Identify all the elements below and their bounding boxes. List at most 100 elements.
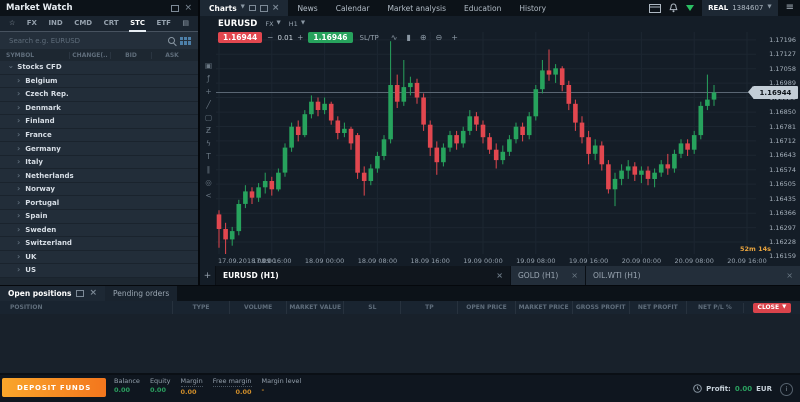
symbol-label: Spain xyxy=(25,212,47,220)
grid-view-icon[interactable] xyxy=(180,37,191,45)
close-icon[interactable]: × xyxy=(488,271,503,280)
sltp-button[interactable]: SL/TP xyxy=(360,34,379,42)
list-item-switzerland[interactable]: ›Switzerland xyxy=(0,237,198,251)
price-axis[interactable]: 1.171961.171271.170581.169891.169201.168… xyxy=(756,32,800,266)
list-item-belgium[interactable]: ›Belgium xyxy=(0,75,198,89)
symbol-group-row[interactable]: ›Stocks CFD xyxy=(0,61,198,75)
eraser-tool-icon[interactable]: ∥ xyxy=(207,166,211,174)
indicators-icon[interactable]: ƒ xyxy=(207,75,210,83)
candlestick-icon[interactable]: ▮ xyxy=(406,34,410,42)
menu-icon[interactable]: ≡ xyxy=(786,3,794,13)
time-axis-label: 17.09 16:00 xyxy=(252,257,291,265)
list-item-finland[interactable]: ›Finland xyxy=(0,115,198,129)
close-icon[interactable]: × xyxy=(272,4,280,13)
crosshair-tool-icon[interactable]: + xyxy=(205,88,211,96)
column-header-open-price: OPEN PRICE xyxy=(457,301,514,314)
list-item-us[interactable]: ›US xyxy=(0,264,198,278)
market-watch-columns: SYMBOLCHANGE(..BIDASK xyxy=(0,49,198,61)
time-axis-label: 20.09 08:00 xyxy=(674,257,713,265)
column-header-net-p-l: NET P/L % xyxy=(686,301,743,314)
chart-tab-gold-h1[interactable]: GOLD (H1)× xyxy=(511,266,585,285)
list-item-france[interactable]: ›France xyxy=(0,129,198,143)
column-header-sl: SL xyxy=(343,301,400,314)
sell-button[interactable]: 1.16944 xyxy=(218,32,262,44)
undock-icon[interactable] xyxy=(76,290,84,297)
undock-icon[interactable] xyxy=(260,5,268,12)
trendline-tool-icon[interactable]: ╱ xyxy=(206,101,211,109)
list-item-spain[interactable]: › Spain xyxy=(0,210,198,224)
buy-button[interactable]: 1.16946 xyxy=(308,32,352,44)
move-icon[interactable]: + xyxy=(451,34,458,42)
shapes-tool-icon[interactable]: ▢ xyxy=(205,114,212,122)
list-item-netherlands[interactable]: ›Netherlands xyxy=(0,169,198,183)
close-icon[interactable]: × xyxy=(184,4,192,13)
share-icon[interactable]: < xyxy=(205,192,211,200)
zoom-in-icon[interactable]: ⊕ xyxy=(420,34,427,42)
volume-plus-button[interactable]: + xyxy=(297,33,303,42)
timeframe-dropdown[interactable]: H1▼ xyxy=(289,20,305,28)
metric-label: Free margin xyxy=(213,378,252,387)
undock-icon[interactable] xyxy=(171,5,179,12)
list-item-sweden[interactable]: ›Sweden xyxy=(0,224,198,238)
market-watch-tab-fx[interactable]: FX xyxy=(26,17,38,30)
list-item-italy[interactable]: ›Italy xyxy=(0,156,198,170)
list-item-denmark[interactable]: ›Denmark xyxy=(0,102,198,116)
dock-icon[interactable] xyxy=(249,5,256,11)
account-selector[interactable]: REAL 1384607 ▼ xyxy=(702,0,777,16)
market-watch-tab-stc[interactable]: STC xyxy=(129,17,146,30)
tab-education[interactable]: Education xyxy=(455,0,510,16)
volume-value[interactable]: 0.01 xyxy=(277,34,293,42)
tab-pending-orders[interactable]: Pending orders xyxy=(105,286,177,301)
tab-open-positions[interactable]: Open positions × xyxy=(0,286,105,301)
candlestick-chart[interactable] xyxy=(216,32,756,254)
tab-news[interactable]: News xyxy=(288,0,326,16)
tab-market-analysis[interactable]: Market analysis xyxy=(378,0,455,16)
chart-tab-eurusd-h1[interactable]: EURUSD (H1)× xyxy=(216,266,510,285)
tab-history[interactable]: History xyxy=(510,0,555,16)
list-item-czech-rep[interactable]: ›Czech Rep. xyxy=(0,88,198,102)
tab-charts[interactable]: Charts▼× xyxy=(200,0,288,16)
lightning-tool-icon[interactable]: ϟ xyxy=(206,140,211,148)
chevron-right-icon: › xyxy=(17,212,20,220)
positions-columns: POSITIONTYPEVOLUMEMARKET VALUESLTPOPEN P… xyxy=(0,301,800,314)
symbol-search-input[interactable] xyxy=(7,36,163,46)
workspace-icon[interactable] xyxy=(649,4,661,13)
chart-tab-oil-wti-h1[interactable]: OIL.WTI (H1)× xyxy=(586,266,800,285)
close-icon[interactable]: × xyxy=(89,289,97,298)
close-icon[interactable]: × xyxy=(563,271,578,280)
portfolio-icon[interactable]: ▤ xyxy=(181,17,190,30)
text-tool-icon[interactable]: T xyxy=(206,153,211,161)
add-chart-tab-button[interactable]: + xyxy=(200,266,215,285)
time-axis[interactable]: 17.09.2018 08:0017.09 16:0018.09 00:0018… xyxy=(216,254,756,266)
zigzag-tool-icon[interactable]: Ƶ xyxy=(206,127,211,135)
chart-type-icon[interactable]: ▣ xyxy=(205,62,212,70)
zoom-out-icon[interactable]: ⊖ xyxy=(436,34,443,42)
line-chart-icon[interactable]: ∿ xyxy=(391,34,398,42)
market-watch-tab-cmd[interactable]: CMD xyxy=(73,17,93,30)
list-item-uk[interactable]: ›UK xyxy=(0,251,198,265)
search-icon[interactable] xyxy=(168,37,175,44)
market-dropdown[interactable]: FX▼ xyxy=(265,20,280,28)
price-axis-label: 1.16781 xyxy=(769,124,796,131)
target-tool-icon[interactable]: ◎ xyxy=(205,179,212,187)
list-item-portugal[interactable]: ›Portugal xyxy=(0,196,198,210)
info-circle-icon[interactable]: i xyxy=(780,383,793,396)
chevron-down-icon: ▼ xyxy=(277,21,281,27)
market-watch-tab-crt[interactable]: CRT xyxy=(103,17,120,30)
close-all-button[interactable]: CLOSE▼ xyxy=(753,303,792,313)
list-item-norway[interactable]: ›Norway xyxy=(0,183,198,197)
column-header-ask: ASK xyxy=(151,52,192,59)
tab-calendar[interactable]: Calendar xyxy=(327,0,379,16)
metric-label: Margin xyxy=(181,378,203,387)
list-item-germany[interactable]: ›Germany xyxy=(0,142,198,156)
volume-minus-button[interactable]: − xyxy=(267,33,273,42)
favorites-star-icon[interactable]: ☆ xyxy=(8,17,16,30)
market-watch-tab-ind[interactable]: IND xyxy=(47,17,63,30)
price-axis-label: 1.17196 xyxy=(769,37,796,44)
connection-status-icon xyxy=(686,5,694,11)
tab-label: Open positions xyxy=(8,289,71,298)
close-icon[interactable]: × xyxy=(778,271,793,280)
market-watch-tab-etf[interactable]: ETF xyxy=(156,17,172,30)
notifications-bell-icon[interactable] xyxy=(669,3,678,13)
deposit-funds-button[interactable]: DEPOSIT FUNDS xyxy=(2,378,106,397)
